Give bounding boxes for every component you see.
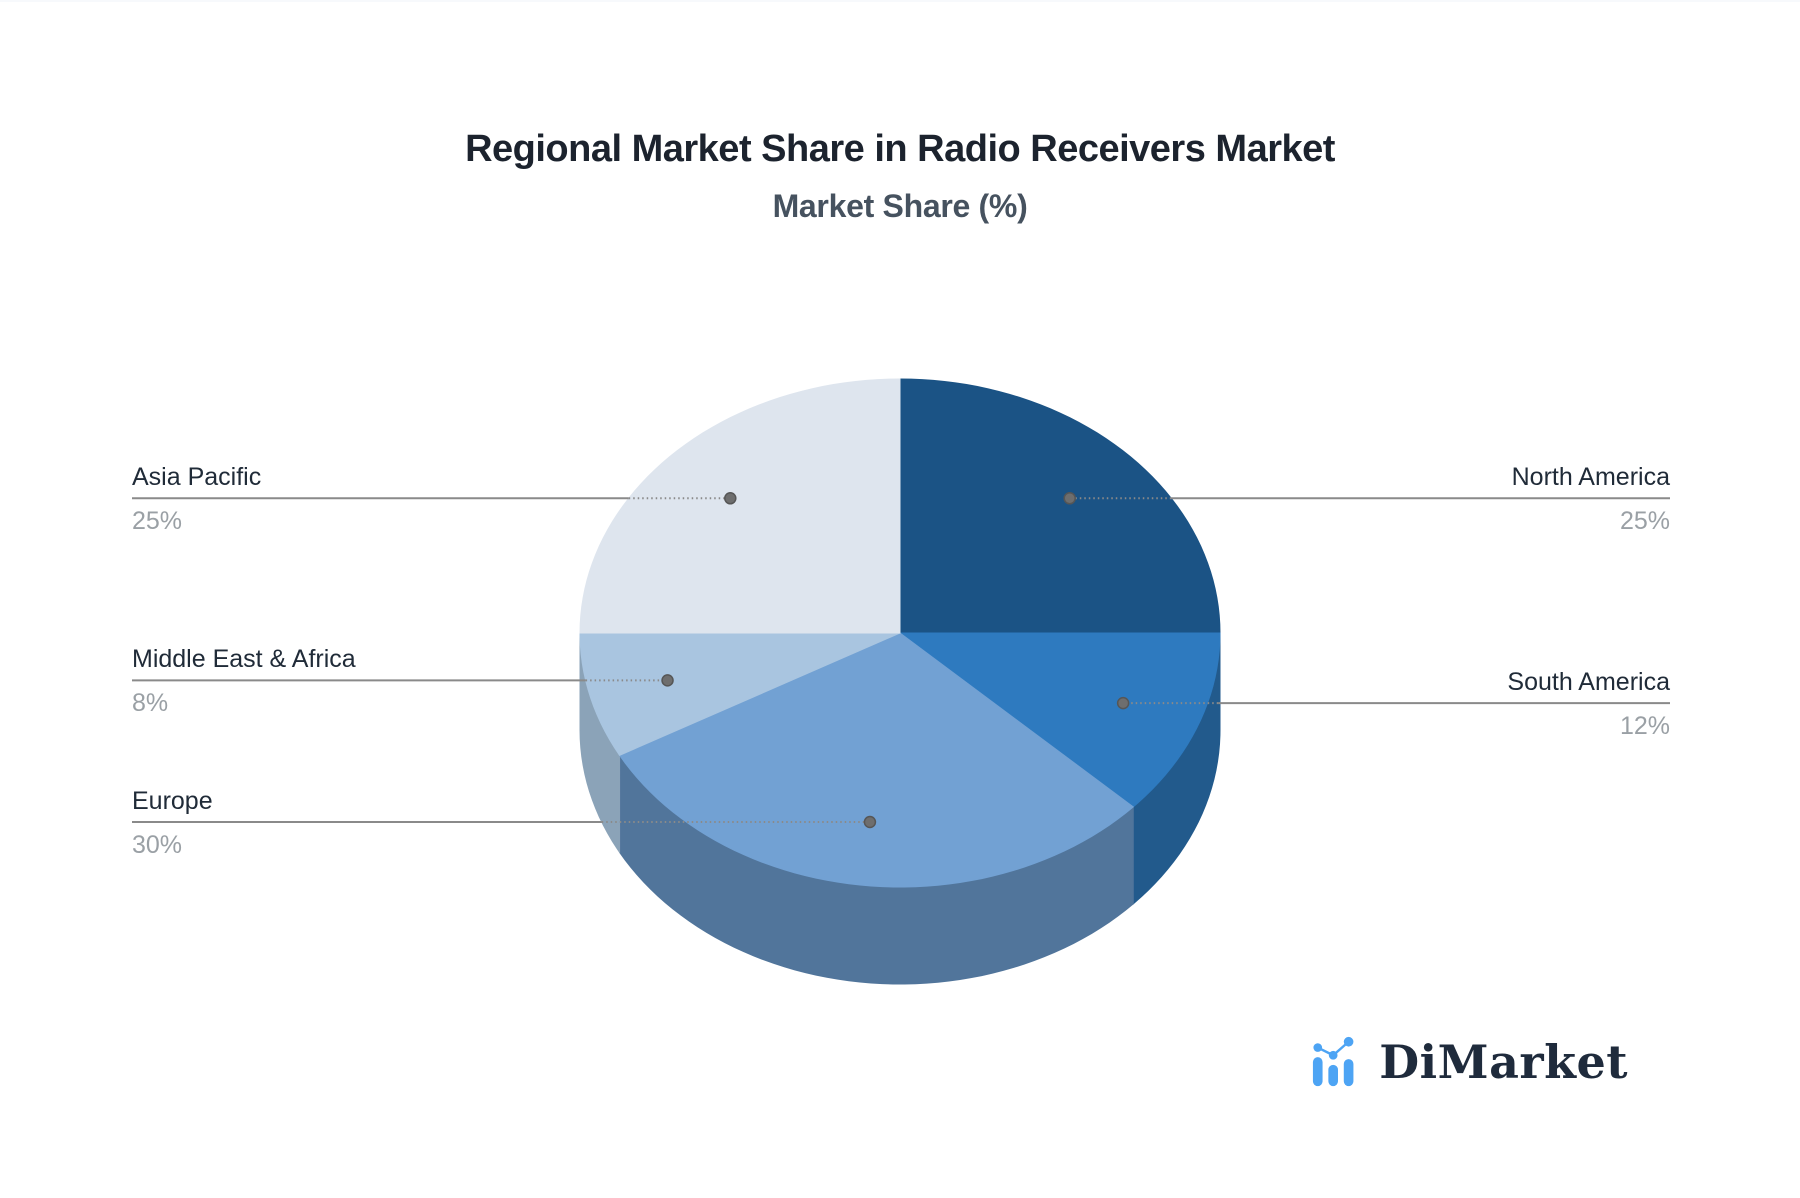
slice-label-south-america: South America 12% bbox=[1507, 667, 1670, 741]
leader-dot bbox=[1063, 492, 1076, 505]
slice-percentage: 30% bbox=[132, 830, 183, 859]
slice-percentage: 25% bbox=[132, 507, 183, 536]
slice-name: Europe bbox=[132, 786, 213, 815]
slice-percentage: 8% bbox=[132, 689, 169, 718]
slice-percentage: 12% bbox=[1619, 712, 1670, 741]
slice-label-north-america: North America 25% bbox=[1512, 462, 1670, 536]
slice-label-asia-pacific: Asia Pacific 25% bbox=[132, 462, 261, 536]
slice-name: North America bbox=[1511, 463, 1670, 492]
brand-logo: DiMarket bbox=[1311, 1034, 1628, 1090]
leader-dot bbox=[1116, 696, 1130, 710]
leader-dot bbox=[863, 815, 877, 829]
slice-name: Middle East & Africa bbox=[132, 645, 356, 674]
slice-percentage: 25% bbox=[1619, 507, 1670, 536]
slice-label-europe: Europe 30% bbox=[132, 786, 213, 860]
brand-name: DiMarket bbox=[1379, 1035, 1628, 1089]
pie-chart bbox=[132, 378, 1670, 985]
slice-name: Asia Pacific bbox=[132, 463, 262, 492]
bar-line-chart-icon bbox=[1313, 1036, 1354, 1087]
leader-dot bbox=[724, 492, 737, 505]
leader-dot bbox=[661, 674, 674, 687]
slice-label-middle-east-africa: Middle East & Africa 8% bbox=[132, 644, 356, 718]
pie-slice-north-america bbox=[899, 378, 1221, 634]
pie-slice-asia-pacific bbox=[579, 378, 901, 634]
slice-name: South America bbox=[1507, 668, 1670, 697]
